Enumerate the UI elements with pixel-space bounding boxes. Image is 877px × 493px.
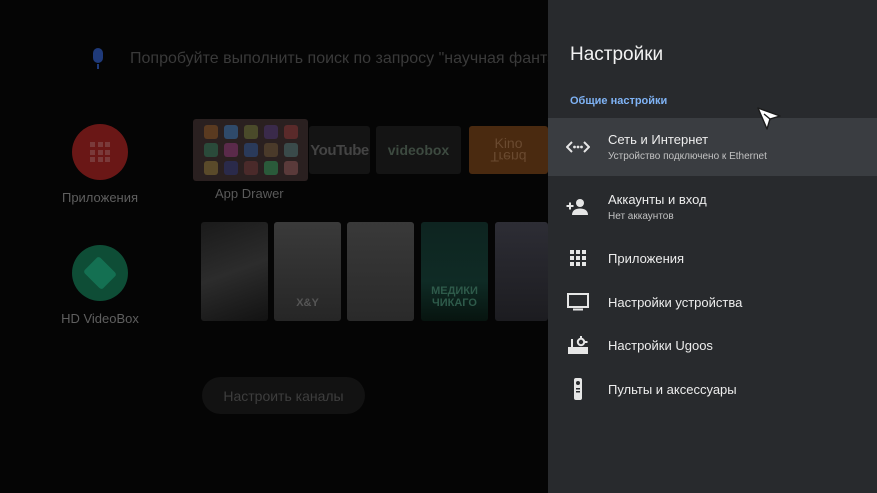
app-drawer-label: App Drawer [215,186,284,201]
kino-tile-label-bottom: Trend [490,149,527,165]
hd-videobox-shortcut[interactable]: HD VideoBox [30,245,170,326]
movie-poster[interactable]: МЕДИКИ ЧИКАГО [421,222,488,321]
apps-grid-icon [72,124,128,180]
app-drawer-icons [203,125,298,175]
videobox-cube-icon [72,245,128,301]
movie-poster[interactable] [495,222,548,321]
settings-item-apps[interactable]: Приложения [548,240,877,276]
kino-tile-label-top: Kino [494,135,523,151]
customize-channels-button[interactable]: Настроить каналы [202,377,365,414]
movie-poster[interactable] [347,222,414,321]
youtube-tile[interactable]: YouTube [309,126,370,174]
general-settings-section: Общие настройки [570,95,668,107]
settings-item-device[interactable]: Настройки устройства [548,284,877,320]
search-hint: Попробуйте выполнить поиск по запросу "н… [130,50,581,67]
network-arrows-icon [548,140,608,154]
mouse-pointer-icon [757,107,781,130]
apps-shortcut[interactable]: Приложения [30,124,170,205]
add-account-icon [548,198,608,216]
settings-item-subtitle: Нет аккаунтов [608,211,674,222]
settings-title: Настройки [570,44,664,65]
settings-item-ugoos[interactable]: Настройки Ugoos [548,327,877,363]
settings-item-title: Сеть и Интернет [608,132,709,147]
settings-item-accounts[interactable]: Аккаунты и вход Нет аккаунтов [548,181,877,233]
microphone-icon[interactable] [88,46,108,72]
apps-grid-icon [548,250,608,266]
apps-shortcut-label: Приложения [61,190,139,205]
app-drawer-tile[interactable] [193,119,308,181]
settings-panel: Настройки Общие настройки Сеть и Интерне… [548,0,877,493]
settings-item-title: Настройки устройства [608,294,743,310]
videobox-tile-label: videobox [387,142,450,158]
settings-item-network[interactable]: Сеть и Интернет Устройство подключено к … [548,118,877,176]
movie-poster[interactable]: X&Y [274,222,341,321]
hd-videobox-label: HD VideoBox [61,311,139,326]
movie-poster[interactable] [201,222,268,321]
settings-item-title: Приложения [608,250,685,266]
videobox-tile[interactable]: videobox [376,126,461,174]
settings-item-title: Аккаунты и вход [608,192,707,207]
ugoos-settings-icon [548,335,608,355]
tv-icon [548,293,608,311]
voice-search-bar[interactable]: Попробуйте выполнить поиск по запросу "н… [88,44,580,74]
settings-item-remotes[interactable]: Пульты и аксессуары [548,371,877,407]
settings-item-title: Пульты и аксессуары [608,381,737,397]
settings-item-subtitle: Устройство подключено к Ethernet [608,151,767,162]
remote-icon [548,377,608,401]
kino-trend-tile[interactable]: Kino Trend [469,126,548,174]
settings-item-title: Настройки Ugoos [608,337,713,353]
